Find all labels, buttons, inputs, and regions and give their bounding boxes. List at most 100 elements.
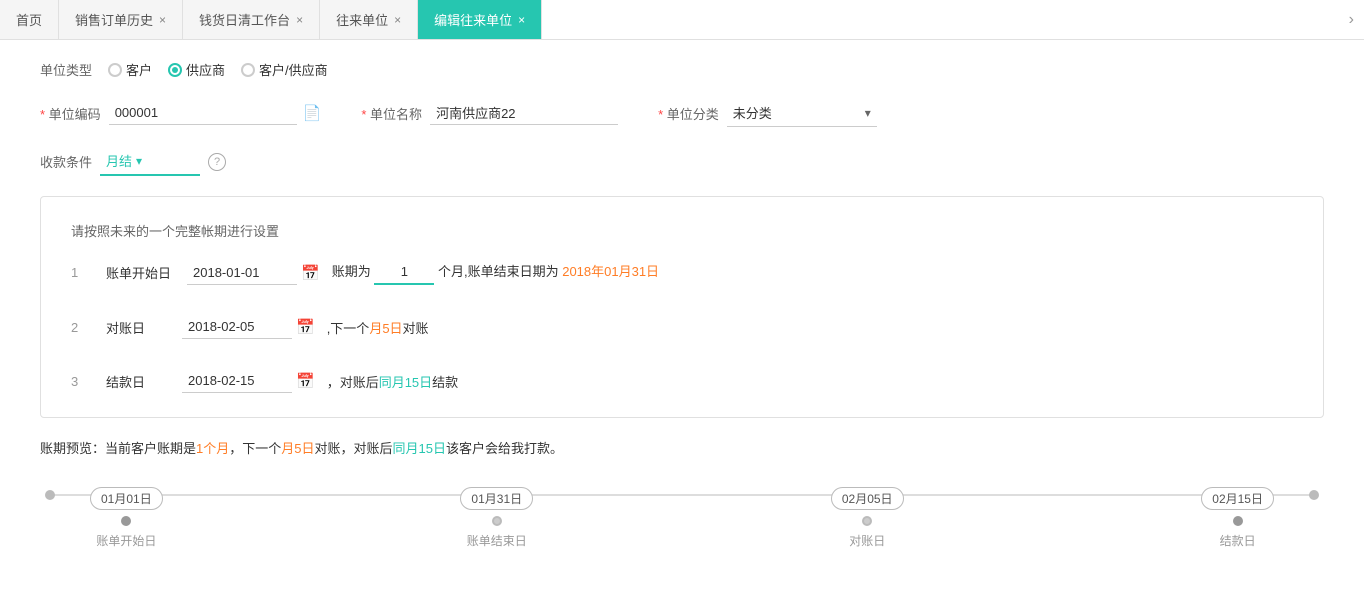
period-input[interactable] <box>374 260 434 285</box>
unit-category-select[interactable]: 未分类 ▾ <box>727 99 877 127</box>
step2-row: 2 对账日 📅 ,下一个月5日对账 <box>71 315 1293 339</box>
step3-desc: ，对账后同月15日结款 <box>327 372 459 391</box>
radio-supplier-circle <box>168 63 182 77</box>
timeline-dot-3 <box>862 516 872 526</box>
settings-title: 请按照未来的一个完整帐期进行设置 <box>71 221 1293 240</box>
radio-group-unit-type: 客户 供应商 客户/供应商 <box>108 60 328 79</box>
preview-mid1: ，下一个 <box>229 441 281 456</box>
step1-date-input[interactable] <box>187 261 297 285</box>
timeline: 01月01日 账单开始日 01月31日 账单结束日 02月05日 对账日 02月… <box>50 477 1314 579</box>
timeline-label-2: 账单结束日 <box>467 532 527 549</box>
step3-suffix: 结款 <box>432 375 458 390</box>
step1-end-date: 2018年01月31日 <box>562 264 659 279</box>
tab-cash-desk-close[interactable]: × <box>296 13 303 27</box>
unit-name-group: 单位名称 <box>361 101 618 125</box>
step3-desc-prefix: ，对账后 <box>327 375 379 390</box>
unit-name-input[interactable] <box>430 101 618 125</box>
radio-customer-label: 客户 <box>126 60 152 79</box>
tab-cash-desk[interactable]: 钱货日清工作台 × <box>183 0 320 39</box>
tab-partner-label: 往来单位 <box>336 10 388 29</box>
tab-home-label: 首页 <box>16 10 42 29</box>
unit-type-row: 单位类型 客户 供应商 客户/供应商 <box>40 60 1324 79</box>
tab-sales-history-label: 销售订单历史 <box>75 10 153 29</box>
unit-code-input[interactable] <box>109 101 297 125</box>
timeline-dot-1 <box>121 516 131 526</box>
unit-name-label: 单位名称 <box>361 104 422 123</box>
timeline-points: 01月01日 账单开始日 01月31日 账单结束日 02月05日 对账日 02月… <box>50 487 1314 549</box>
step1-num: 1 <box>71 265 86 280</box>
unit-category-group: 单位分类 未分类 ▾ <box>658 99 877 127</box>
timeline-badge-1: 01月01日 <box>90 487 163 510</box>
step1-desc-suffix: 个月,账单结束日期为 <box>438 264 559 279</box>
timeline-right-end-dot <box>1309 490 1319 500</box>
tab-edit-partner-label: 编辑往来单位 <box>434 10 512 29</box>
radio-supplier[interactable]: 供应商 <box>168 60 225 79</box>
timeline-point-3: 02月05日 对账日 <box>831 487 904 549</box>
step1-desc-prefix: 账期为 <box>332 264 371 279</box>
radio-both-circle <box>241 63 255 77</box>
step3-date-input[interactable] <box>182 369 292 393</box>
step1-desc: 账期为 个月,账单结束日期为 2018年01月31日 <box>332 260 659 285</box>
calendar-icon-step1[interactable]: 📅 <box>301 264 320 282</box>
timeline-label-3: 对账日 <box>849 532 885 549</box>
radio-supplier-label: 供应商 <box>186 60 225 79</box>
step2-label: 对账日 <box>106 318 166 337</box>
timeline-point-2: 01月31日 账单结束日 <box>460 487 533 549</box>
preview-hl2: 月5日 <box>281 441 314 456</box>
preview-text: 账期预览：当前客户账期是1个月，下一个月5日对账，对账后同月15日该客户会给我打… <box>40 438 1324 457</box>
unit-category-value: 未分类 <box>733 103 859 122</box>
payment-arrow-icon: ▾ <box>136 154 142 168</box>
step3-num: 3 <box>71 374 86 389</box>
tab-sales-history-close[interactable]: × <box>159 13 166 27</box>
help-icon[interactable]: ? <box>208 153 226 171</box>
tab-bar: 首页 销售订单历史 × 钱货日清工作台 × 往来单位 × 编辑往来单位 × › <box>0 0 1364 40</box>
timeline-point-4: 02月15日 结款日 <box>1201 487 1274 549</box>
timeline-label-1: 账单开始日 <box>96 532 156 549</box>
unit-type-label: 单位类型 <box>40 60 92 79</box>
payment-label: 收款条件 <box>40 152 92 171</box>
payment-row: 收款条件 月结 ▾ ? <box>40 147 1324 176</box>
preview-suffix: 该客户会给我打款。 <box>446 441 563 456</box>
step1-row: 1 账单开始日 📅 账期为 个月,账单结束日期为 2018年01月31日 <box>71 260 1293 285</box>
step1-label: 账单开始日 <box>106 263 171 282</box>
main-content: 单位类型 客户 供应商 客户/供应商 单位编码 📄 单位名称 <box>0 40 1364 608</box>
tab-partner[interactable]: 往来单位 × <box>320 0 418 39</box>
preview-hl1: 1个月 <box>196 441 229 456</box>
step2-num: 2 <box>71 320 86 335</box>
calendar-icon-step3[interactable]: 📅 <box>296 372 315 390</box>
unit-code-group: 单位编码 📄 <box>40 101 321 125</box>
payment-select[interactable]: 月结 ▾ <box>100 147 200 176</box>
timeline-dot-4 <box>1233 516 1243 526</box>
tab-partner-close[interactable]: × <box>394 13 401 27</box>
timeline-dot-2 <box>492 516 502 526</box>
unit-info-row: 单位编码 📄 单位名称 单位分类 未分类 ▾ <box>40 99 1324 127</box>
tab-sales-history[interactable]: 销售订单历史 × <box>59 0 183 39</box>
tab-edit-partner[interactable]: 编辑往来单位 × <box>418 0 542 39</box>
calendar-icon-step2[interactable]: 📅 <box>296 318 315 336</box>
step2-date-input[interactable] <box>182 315 292 339</box>
unit-category-arrow-icon: ▾ <box>865 106 871 120</box>
timeline-badge-4: 02月15日 <box>1201 487 1274 510</box>
timeline-label-4: 结款日 <box>1220 532 1256 549</box>
step2-suffix: 对账 <box>403 321 429 336</box>
step2-highlight: 月5日 <box>369 321 402 336</box>
step3-label: 结款日 <box>106 372 166 391</box>
radio-both-label: 客户/供应商 <box>259 60 328 79</box>
tab-home[interactable]: 首页 <box>0 0 59 39</box>
tab-cash-desk-label: 钱货日清工作台 <box>199 10 290 29</box>
tab-edit-partner-close[interactable]: × <box>518 13 525 27</box>
step2-desc-prefix: ,下一个 <box>327 321 370 336</box>
preview-hl3: 同月15日 <box>393 441 446 456</box>
timeline-badge-2: 01月31日 <box>460 487 533 510</box>
timeline-point-1: 01月01日 账单开始日 <box>90 487 163 549</box>
preview-prefix: 账期预览：当前客户账期是 <box>40 441 196 456</box>
payment-value: 月结 <box>106 151 132 170</box>
radio-both[interactable]: 客户/供应商 <box>241 60 328 79</box>
timeline-badge-3: 02月05日 <box>831 487 904 510</box>
radio-customer[interactable]: 客户 <box>108 60 152 79</box>
timeline-left-end-dot <box>45 490 55 500</box>
calendar-icon-code[interactable]: 📄 <box>303 104 322 122</box>
step3-row: 3 结款日 📅 ，对账后同月15日结款 <box>71 369 1293 393</box>
tab-overflow-arrow[interactable]: › <box>1339 0 1364 39</box>
unit-category-label: 单位分类 <box>658 104 719 123</box>
